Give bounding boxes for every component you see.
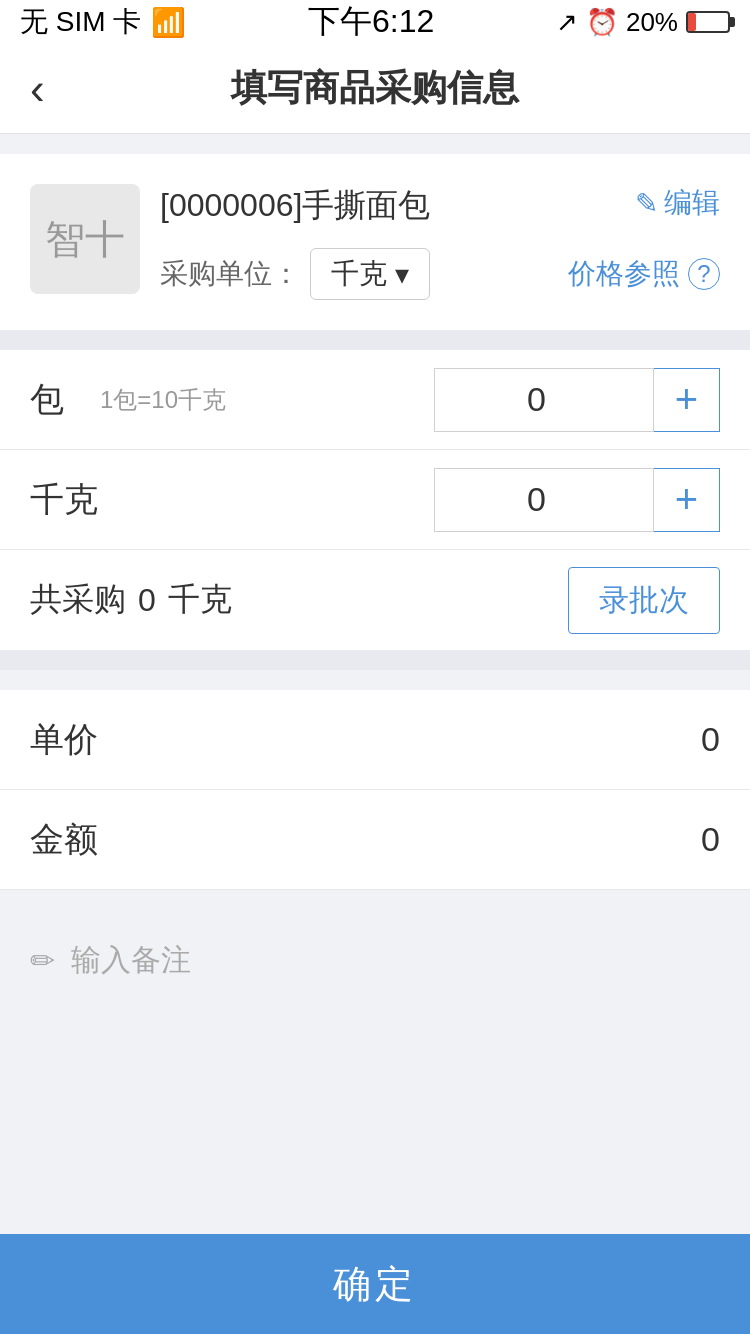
unit-price-row: 单价 0	[0, 690, 750, 790]
no-sim-label: 无 SIM 卡	[20, 3, 141, 41]
nav-bar: ‹ 填写商品采购信息	[0, 44, 750, 134]
pack-input-section: 包 1包=10千克 + 千克 +	[0, 350, 750, 550]
unit-select[interactable]: 千克 ▾	[310, 248, 430, 300]
price-reference-button[interactable]: 价格参照 ?	[568, 255, 720, 293]
product-info: [0000006]手撕面包 ✎ 编辑 采购单位： 千克 ▾ 价格参照 ?	[160, 184, 720, 300]
remark-placeholder: 输入备注	[71, 940, 191, 981]
section-divider-2	[0, 650, 750, 670]
kg-plus-button[interactable]: +	[654, 468, 720, 532]
page-title: 填写商品采购信息	[231, 64, 519, 113]
battery-percent: 20%	[626, 7, 678, 38]
kg-input-row: 千克 +	[0, 450, 750, 550]
summary-value: 0	[138, 582, 156, 619]
unit-price-value: 0	[701, 720, 720, 759]
status-left: 无 SIM 卡 📶	[20, 3, 186, 41]
unit-price-label: 单价	[30, 717, 98, 763]
pack-plus-button[interactable]: +	[654, 368, 720, 432]
back-button[interactable]: ‹	[30, 67, 45, 111]
pack-input-right: +	[434, 368, 720, 432]
pack-quantity-input[interactable]	[434, 368, 654, 432]
kg-input-right: +	[434, 468, 720, 532]
remark-section[interactable]: ✏ 输入备注	[0, 910, 750, 1011]
edit-label: 编辑	[664, 184, 720, 222]
product-card: 智十 [0000006]手撕面包 ✎ 编辑 采购单位： 千克 ▾ 价格参照 ?	[0, 154, 750, 330]
unit-value: 千克	[331, 255, 387, 293]
alarm-icon: ⏰	[586, 7, 618, 38]
pack-input-row: 包 1包=10千克 +	[0, 350, 750, 450]
price-section: 单价 0 金额 0	[0, 690, 750, 890]
kg-quantity-input[interactable]	[434, 468, 654, 532]
battery-indicator	[686, 11, 730, 33]
kg-label: 千克	[30, 477, 98, 523]
help-icon: ?	[688, 258, 720, 290]
product-logo: 智十	[30, 184, 140, 294]
unit-section: 采购单位： 千克 ▾	[160, 248, 430, 300]
amount-row: 金额 0	[0, 790, 750, 890]
amount-value: 0	[701, 820, 720, 859]
location-icon: ↗	[556, 7, 578, 38]
section-divider-1	[0, 330, 750, 350]
dropdown-icon: ▾	[395, 258, 409, 291]
unit-label: 采购单位：	[160, 255, 300, 293]
product-unit-row: 采购单位： 千克 ▾ 价格参照 ?	[160, 248, 720, 300]
edit-button[interactable]: ✎ 编辑	[635, 184, 720, 222]
status-bar: 无 SIM 卡 📶 下午6:12 ↗ ⏰ 20%	[0, 0, 750, 44]
status-right: ↗ ⏰ 20%	[556, 7, 730, 38]
pack-sub-label: 1包=10千克	[100, 384, 226, 416]
batch-record-button[interactable]: 录批次	[568, 567, 720, 634]
product-name: [0000006]手撕面包	[160, 184, 430, 228]
time-display: 下午6:12	[308, 0, 434, 44]
product-header: [0000006]手撕面包 ✎ 编辑	[160, 184, 720, 228]
pack-label: 包	[30, 377, 90, 423]
price-ref-label: 价格参照	[568, 255, 680, 293]
pencil-icon: ✏	[30, 943, 55, 978]
summary-row: 共采购 0 千克 录批次	[0, 550, 750, 650]
amount-label: 金额	[30, 817, 98, 863]
battery-fill	[688, 13, 696, 31]
wifi-icon: 📶	[151, 6, 186, 39]
summary-suffix: 千克	[168, 578, 232, 622]
confirm-button[interactable]: 确定	[0, 1234, 750, 1334]
summary-prefix: 共采购	[30, 578, 126, 622]
edit-icon: ✎	[635, 187, 658, 220]
